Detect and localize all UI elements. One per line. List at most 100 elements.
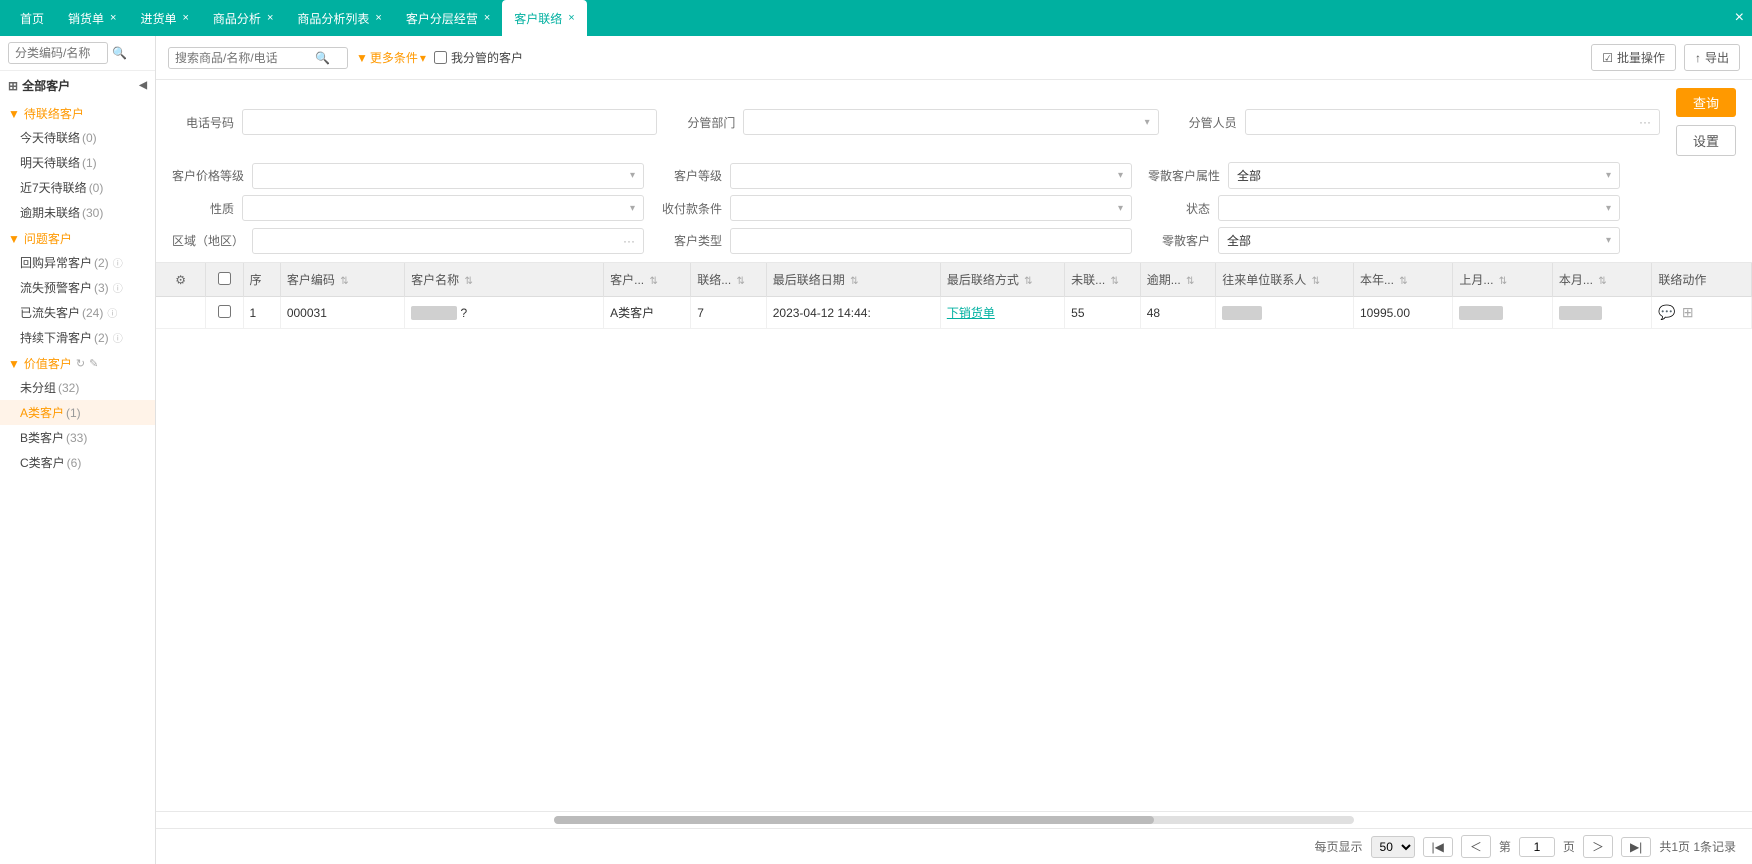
info-icon3[interactable]: ⓘ [107, 305, 117, 320]
dept-select[interactable]: ▾ [743, 109, 1158, 135]
refresh-icon[interactable]: ↻ [76, 357, 85, 370]
info-icon2[interactable]: ⓘ [113, 280, 123, 295]
gear-settings-icon[interactable]: ⚙ [175, 273, 186, 287]
per-page-select[interactable]: 50 [1371, 836, 1415, 858]
th-this-year[interactable]: 本年... ⇅ [1353, 263, 1452, 297]
sidebar-problem-customers-group[interactable]: ▼ 问题客户 [0, 225, 155, 250]
sidebar-pending-contact-group[interactable]: ▼ 待联络客户 [0, 100, 155, 125]
phone-input[interactable] [242, 109, 657, 135]
sidebar-item-7day-contact[interactable]: 近7天待联络 (0) [0, 175, 155, 200]
sidebar-item-today-contact[interactable]: 今天待联络 (0) [0, 125, 155, 150]
close-all-tabs[interactable]: × [1735, 9, 1744, 27]
sidebar-value-customers-group[interactable]: ▼ 价值客户 ↻ ✎ [0, 350, 155, 375]
nav-customer-contact[interactable]: 客户联络 × [502, 0, 586, 36]
th-contact[interactable]: 联络... ⇅ [691, 263, 767, 297]
payment-select[interactable]: ▾ [730, 195, 1132, 221]
th-last-month[interactable]: 上月... ⇅ [1453, 263, 1552, 297]
td-last-method[interactable]: 下销货单 [940, 297, 1064, 329]
my-customers-checkbox[interactable] [434, 51, 447, 64]
nature-field: 性质 ▾ [172, 195, 644, 221]
edit-icon[interactable]: ✎ [89, 357, 98, 370]
sidebar-all-customers[interactable]: ⊞ 全部客户 ◀ [0, 71, 155, 100]
last-method-link[interactable]: 下销货单 [947, 306, 995, 320]
person-label: 分管人员 [1175, 114, 1245, 131]
setting-button[interactable]: 设置 [1676, 125, 1736, 156]
retail-customer-select[interactable]: 全部 ▾ [1218, 227, 1620, 254]
sidebar-item-class-a[interactable]: A类客户 (1) [0, 400, 155, 425]
th-code[interactable]: 客户编码 ⇅ [280, 263, 404, 297]
sidebar-item-tomorrow-contact[interactable]: 明天待联络 (1) [0, 150, 155, 175]
sidebar-item-declining[interactable]: 持续下滑客户 (2) ⓘ [0, 325, 155, 350]
horizontal-scrollbar[interactable] [156, 811, 1752, 828]
more-filters-btn[interactable]: ▼ 更多条件 ▾ [356, 49, 426, 66]
sort-level-icon: ⇅ [650, 276, 658, 287]
sidebar-search-input[interactable] [8, 42, 108, 64]
close-sales-order[interactable]: × [110, 12, 116, 24]
customer-level-select[interactable]: ▾ [730, 163, 1132, 189]
last-month-blurred [1459, 306, 1502, 320]
td-code[interactable]: 000031 [280, 297, 404, 329]
nav-product-analysis[interactable]: 商品分析 × [201, 0, 285, 36]
row-checkbox[interactable] [218, 305, 231, 318]
price-level-select[interactable]: ▾ [252, 163, 644, 189]
status-select[interactable]: ▾ [1218, 195, 1620, 221]
th-checkbox[interactable] [206, 263, 243, 297]
close-customer-contact[interactable]: × [568, 12, 574, 24]
th-this-month[interactable]: 本月... ⇅ [1552, 263, 1651, 297]
filter-search-input[interactable] [175, 51, 315, 65]
nav-home[interactable]: 首页 [8, 0, 56, 36]
prev-page-btn[interactable]: ＜ [1461, 835, 1491, 858]
th-contact2[interactable]: 往来单位联系人 ⇅ [1216, 263, 1354, 297]
sort-nocontact-icon: ⇅ [1111, 276, 1119, 287]
scroll-track[interactable] [554, 816, 1354, 824]
close-customer-tier[interactable]: × [484, 12, 490, 24]
region-select[interactable]: ··· [252, 228, 644, 254]
query-button[interactable]: 查询 [1676, 88, 1736, 117]
scroll-thumb[interactable] [554, 816, 1154, 824]
sidebar-search-icon[interactable]: 🔍 [112, 46, 127, 60]
th-last-method[interactable]: 最后联络方式 ⇅ [940, 263, 1064, 297]
chat-icon[interactable]: 💬 [1658, 304, 1675, 321]
contact2-blurred [1222, 306, 1261, 320]
select-all-checkbox[interactable] [218, 272, 231, 285]
close-product-analysis-list[interactable]: × [375, 12, 381, 24]
sidebar-item-churned[interactable]: 已流失客户 (24) ⓘ [0, 300, 155, 325]
sidebar-item-class-b[interactable]: B类客户 (33) [0, 425, 155, 450]
current-page-input[interactable] [1519, 837, 1555, 857]
nature-select[interactable]: ▾ [242, 195, 644, 221]
filter-search-icon[interactable]: 🔍 [315, 51, 330, 65]
th-level[interactable]: 客户... ⇅ [604, 263, 691, 297]
my-customers-filter[interactable]: 我分管的客户 [434, 49, 523, 66]
th-no-contact[interactable]: 未联... ⇅ [1065, 263, 1141, 297]
person-field: 分管人员 ··· [1175, 88, 1660, 156]
retail-attr-select[interactable]: 全部 ▾ [1228, 162, 1620, 189]
th-name[interactable]: 客户名称 ⇅ [405, 263, 604, 297]
customer-type-input[interactable] [730, 228, 1132, 254]
person-select[interactable]: ··· [1245, 109, 1660, 135]
customer-name-blurred [411, 306, 457, 320]
table-header-row: ⚙ 序 客户编码 ⇅ 客户名称 ⇅ [156, 263, 1752, 297]
td-checkbox[interactable] [206, 297, 243, 329]
close-purchase-order[interactable]: × [182, 12, 188, 24]
bulk-operation-btn[interactable]: ☑ 批量操作 [1591, 44, 1676, 71]
info-icon4[interactable]: ⓘ [113, 330, 123, 345]
first-page-btn[interactable]: |◀ [1423, 837, 1453, 857]
last-page-btn[interactable]: ▶| [1621, 837, 1651, 857]
info-icon[interactable]: ⓘ [113, 255, 123, 270]
next-page-btn[interactable]: ＞ [1583, 835, 1613, 858]
sidebar-item-overdue-contact[interactable]: 逾期未联络 (30) [0, 200, 155, 225]
export-btn[interactable]: ↑ 导出 [1684, 44, 1740, 71]
th-gear[interactable]: ⚙ [156, 263, 206, 297]
sidebar-item-unclassified[interactable]: 未分组 (32) [0, 375, 155, 400]
qr-icon[interactable]: ⊞ [1682, 304, 1694, 321]
th-last-date[interactable]: 最后联络日期 ⇅ [766, 263, 940, 297]
close-product-analysis[interactable]: × [267, 12, 273, 24]
sidebar-item-class-c[interactable]: C类客户 (6) [0, 450, 155, 475]
nav-customer-tier[interactable]: 客户分层经营 × [394, 0, 502, 36]
sidebar-item-repurchase-abnormal[interactable]: 回购异常客户 (2) ⓘ [0, 250, 155, 275]
sidebar-item-churn-warning[interactable]: 流失预警客户 (3) ⓘ [0, 275, 155, 300]
th-overdue[interactable]: 逾期... ⇅ [1140, 263, 1216, 297]
nav-purchase-order[interactable]: 进货单 × [128, 0, 200, 36]
nav-product-analysis-list[interactable]: 商品分析列表 × [285, 0, 393, 36]
nav-sales-order[interactable]: 销货单 × [56, 0, 128, 36]
